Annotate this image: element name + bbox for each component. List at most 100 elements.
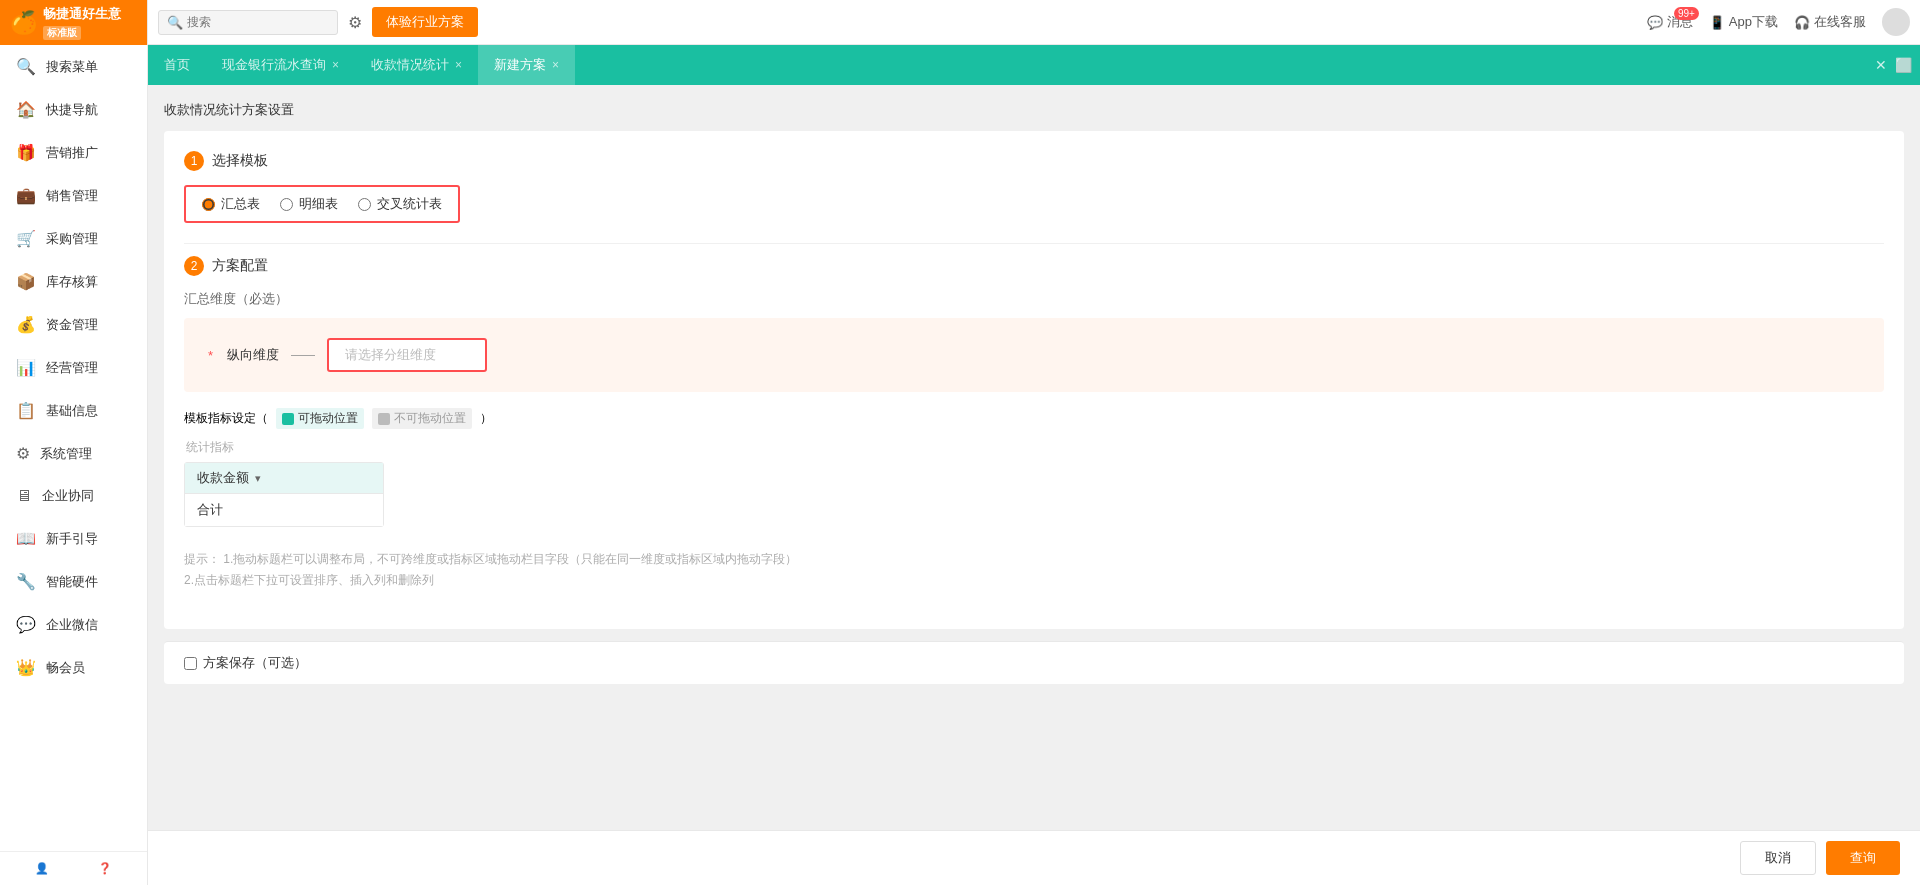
tab-home[interactable]: 首页 xyxy=(148,45,206,85)
metrics-label-suffix: ） xyxy=(480,410,492,427)
topbar: 🔍 ⚙ 体验行业方案 💬 99+ 消息 📱 App下载 🎧 在线客服 xyxy=(148,0,1920,45)
dimension-box: * 纵向维度 —— 请选择分组维度 xyxy=(184,318,1884,392)
sidebar-item-search[interactable]: 🔍 搜索菜单 xyxy=(0,45,147,88)
sidebar-item-finance[interactable]: 💰 资金管理 xyxy=(0,303,147,346)
tip-item-2: 2.点击标题栏下拉可设置排序、插入列和删除列 xyxy=(184,572,1884,589)
cart-icon: 🛒 xyxy=(16,229,36,248)
chart-icon: 📊 xyxy=(16,358,36,377)
tab-close-cashflow[interactable]: × xyxy=(332,58,339,72)
maximize-btn[interactable]: ⬜ xyxy=(1895,57,1912,73)
sidebar-item-inventory[interactable]: 📦 库存核算 xyxy=(0,260,147,303)
content-area: 收款情况统计方案设置 1 选择模板 汇总表 明细表 xyxy=(148,85,1920,830)
tab-close-new[interactable]: × xyxy=(552,58,559,72)
settings-icon[interactable]: ⚙ xyxy=(348,13,362,32)
sidebar-item-collab[interactable]: 🖥 企业协同 xyxy=(0,475,147,517)
briefcase-icon: 💼 xyxy=(16,186,36,205)
tab-label: 新建方案 xyxy=(494,56,546,74)
stat-table-row: 合计 xyxy=(185,494,383,526)
tip-item-1: 提示： 1.拖动标题栏可以调整布局，不可跨维度或指标区域拖动栏目字段（只能在同一… xyxy=(184,551,1884,568)
radio-cross-input[interactable] xyxy=(358,198,371,211)
query-button[interactable]: 查询 xyxy=(1826,841,1900,875)
tab-label: 现金银行流水查询 xyxy=(222,56,326,74)
search-icon: 🔍 xyxy=(16,57,36,76)
close-window-btn[interactable]: ✕ xyxy=(1875,57,1887,73)
app-logo: 🍊 畅捷通好生意 标准版 xyxy=(0,0,147,45)
sidebar-item-label: 销售管理 xyxy=(46,187,98,205)
sidebar-item-management[interactable]: 📊 经营管理 xyxy=(0,346,147,389)
headset-icon: 🎧 xyxy=(1794,15,1810,30)
search-box[interactable]: 🔍 xyxy=(158,10,338,35)
gear-icon: ⚙ xyxy=(16,444,30,463)
tab-new-plan[interactable]: 新建方案 × xyxy=(478,45,575,85)
page-title: 收款情况统计方案设置 xyxy=(164,101,1904,119)
draggable-tag: 可拖动位置 xyxy=(276,408,364,429)
main-card: 1 选择模板 汇总表 明细表 交叉统计表 xyxy=(164,131,1904,629)
stat-table-header[interactable]: 收款金额 ▾ xyxy=(185,463,383,494)
service-btn[interactable]: 🎧 在线客服 xyxy=(1794,13,1866,31)
dimension-select[interactable]: 请选择分组维度 xyxy=(327,338,487,372)
save-checkbox[interactable] xyxy=(184,657,197,670)
sidebar-item-label: 营销推广 xyxy=(46,144,98,162)
sidebar-item-purchase[interactable]: 🛒 采购管理 xyxy=(0,217,147,260)
stat-table-wrapper: 统计指标 收款金额 ▾ 合计 xyxy=(184,439,1884,527)
save-option-label: 方案保存（可选） xyxy=(203,654,307,672)
sidebar-item-label: 经营管理 xyxy=(46,359,98,377)
message-count: 99+ xyxy=(1674,7,1699,20)
logo-icon: 🍊 xyxy=(10,10,37,36)
sidebar-item-system[interactable]: ⚙ 系统管理 xyxy=(0,432,147,475)
footer-icon-1[interactable]: 👤 xyxy=(35,862,49,875)
search-icon: 🔍 xyxy=(167,15,183,30)
sidebar-item-label: 系统管理 xyxy=(40,445,92,463)
tips-section: 提示： 1.拖动标题栏可以调整布局，不可跨维度或指标区域拖动栏目字段（只能在同一… xyxy=(184,551,1884,589)
box-icon: 📦 xyxy=(16,272,36,291)
footer-icon-2[interactable]: ❓ xyxy=(98,862,112,875)
gift-icon: 🎁 xyxy=(16,143,36,162)
row-label: 合计 xyxy=(197,502,223,517)
book-icon: 📖 xyxy=(16,529,36,548)
download-btn[interactable]: 📱 App下载 xyxy=(1709,13,1778,31)
stat-table: 收款金额 ▾ 合计 xyxy=(184,462,384,527)
sidebar-item-label: 快捷导航 xyxy=(46,101,98,119)
radio-detail-input[interactable] xyxy=(280,198,293,211)
step2-content: 汇总维度（必选） * 纵向维度 —— 请选择分组维度 xyxy=(184,290,1884,589)
sidebar: 🍊 畅捷通好生意 标准版 🔍 搜索菜单 🏠 快捷导航 🎁 营销推广 💼 销售管理… xyxy=(0,0,148,885)
sidebar-item-wechat[interactable]: 💬 企业微信 xyxy=(0,603,147,646)
dropdown-icon: ▾ xyxy=(255,472,261,485)
step2-label: 方案配置 xyxy=(212,257,268,275)
tabs-bar: 首页 现金银行流水查询 × 收款情况统计 × 新建方案 × ✕ ⬜ xyxy=(148,45,1920,85)
sidebar-item-label: 新手引导 xyxy=(46,530,98,548)
message-btn[interactable]: 💬 99+ 消息 xyxy=(1647,13,1693,31)
dimension-placeholder: 请选择分组维度 xyxy=(345,347,436,362)
download-icon: 📱 xyxy=(1709,15,1725,30)
industry-btn[interactable]: 体验行业方案 xyxy=(372,7,478,37)
tab-cashflow[interactable]: 现金银行流水查询 × xyxy=(206,45,355,85)
tab-receipt[interactable]: 收款情况统计 × xyxy=(355,45,478,85)
tabs-bar-right: ✕ ⬜ xyxy=(1875,57,1920,73)
tab-close-receipt[interactable]: × xyxy=(455,58,462,72)
sidebar-item-label: 库存核算 xyxy=(46,273,98,291)
tab-label: 收款情况统计 xyxy=(371,56,449,74)
topbar-right: 💬 99+ 消息 📱 App下载 🎧 在线客服 xyxy=(1647,8,1910,36)
list-icon: 📋 xyxy=(16,401,36,420)
home-icon: 🏠 xyxy=(16,100,36,119)
radio-cross[interactable]: 交叉统计表 xyxy=(358,195,442,213)
sidebar-item-member[interactable]: 👑 畅会员 xyxy=(0,646,147,689)
sidebar-item-hardware[interactable]: 🔧 智能硬件 xyxy=(0,560,147,603)
search-input[interactable] xyxy=(187,15,327,29)
step2-section: 2 方案配置 汇总维度（必选） * 纵向维度 —— 请选择分组维度 xyxy=(184,256,1884,589)
user-avatar[interactable] xyxy=(1882,8,1910,36)
metrics-section: 模板指标设定（ 可拖动位置 不可拖动位置 ） xyxy=(184,408,1884,527)
cancel-button[interactable]: 取消 xyxy=(1740,841,1816,875)
sidebar-item-guide[interactable]: 📖 新手引导 xyxy=(0,517,147,560)
sidebar-item-nav[interactable]: 🏠 快捷导航 xyxy=(0,88,147,131)
sidebar-item-label: 搜索菜单 xyxy=(46,58,98,76)
radio-detail[interactable]: 明细表 xyxy=(280,195,338,213)
message-icon: 💬 xyxy=(1647,15,1663,30)
sidebar-item-sales[interactable]: 💼 销售管理 xyxy=(0,174,147,217)
sidebar-item-marketing[interactable]: 🎁 营销推广 xyxy=(0,131,147,174)
radio-summary[interactable]: 汇总表 xyxy=(202,195,260,213)
main-area: 🔍 ⚙ 体验行业方案 💬 99+ 消息 📱 App下载 🎧 在线客服 首页 xyxy=(148,0,1920,885)
radio-summary-label: 汇总表 xyxy=(221,195,260,213)
sidebar-item-base[interactable]: 📋 基础信息 xyxy=(0,389,147,432)
radio-summary-input[interactable] xyxy=(202,198,215,211)
